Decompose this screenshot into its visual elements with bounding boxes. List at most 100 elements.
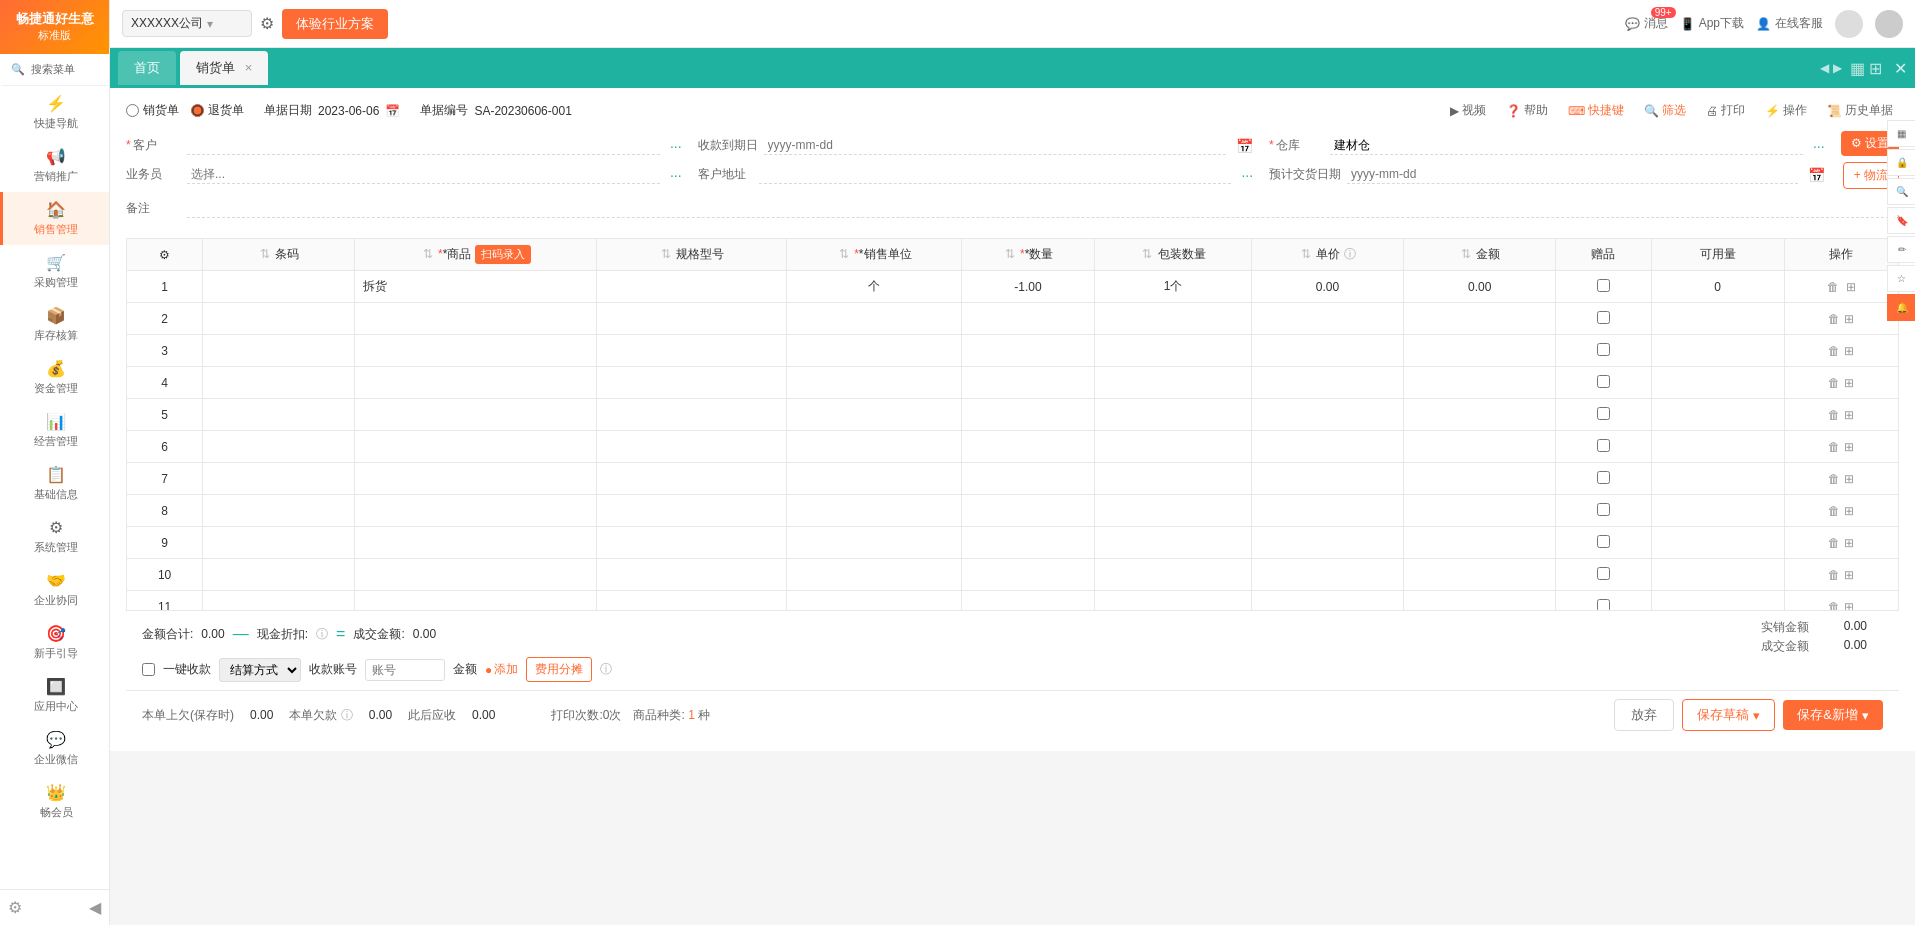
- salesperson-dots-icon[interactable]: ···: [670, 167, 682, 183]
- sidebar-item-marketing[interactable]: 📢 营销推广: [0, 139, 109, 192]
- video-btn[interactable]: ▶ 视频: [1444, 100, 1492, 121]
- delete-icon[interactable]: 🗑: [1828, 312, 1840, 326]
- calendar-icon[interactable]: 📅: [385, 104, 400, 118]
- copy-icon[interactable]: ⊞: [1844, 472, 1854, 486]
- save-new-button[interactable]: 保存&新增 ▾: [1783, 700, 1883, 730]
- copy-icon[interactable]: ⊞: [1846, 280, 1856, 294]
- copy-icon[interactable]: ⊞: [1844, 344, 1854, 358]
- sort-barcode-icon[interactable]: ⇅: [260, 247, 270, 261]
- gift-checkbox[interactable]: [1597, 311, 1610, 324]
- sidebar-item-enterprise[interactable]: 🤝 企业协同: [0, 563, 109, 616]
- payment-due-input[interactable]: [764, 136, 1227, 155]
- float-flag-btn[interactable]: 🔖: [1887, 207, 1915, 234]
- sort-spec-icon[interactable]: ⇅: [661, 247, 671, 261]
- debt-info-icon[interactable]: ⓘ: [341, 708, 353, 722]
- payment-due-calendar-icon[interactable]: 📅: [1236, 138, 1253, 154]
- sort-goods-icon[interactable]: ⇅: [423, 247, 433, 261]
- delete-icon[interactable]: 🗑: [1828, 600, 1840, 611]
- price-info-icon[interactable]: ⓘ: [1344, 247, 1356, 261]
- radio-return-input[interactable]: [191, 104, 204, 117]
- settings-gear-icon[interactable]: ⚙: [159, 248, 170, 262]
- expected-date-input[interactable]: [1347, 165, 1798, 184]
- sidebar-item-inventory[interactable]: 📦 库存核算: [0, 298, 109, 351]
- gift-checkbox[interactable]: [1597, 599, 1610, 611]
- tab-grid-view-icon[interactable]: ▦: [1850, 59, 1865, 78]
- delete-icon[interactable]: 🗑: [1828, 536, 1840, 550]
- sidebar-item-member[interactable]: 👑 畅会员: [0, 775, 109, 828]
- sidebar-settings-icon[interactable]: ⚙: [8, 898, 22, 917]
- sidebar-item-basic-info[interactable]: 📋 基础信息: [0, 457, 109, 510]
- one-click-pay-checkbox[interactable]: [142, 663, 155, 676]
- add-payment-button[interactable]: ● 添加: [485, 661, 518, 678]
- gift-checkbox[interactable]: [1597, 471, 1610, 484]
- message-icon-item[interactable]: 💬 消息 99+: [1625, 15, 1668, 32]
- sidebar-collapse-icon[interactable]: ◀: [89, 898, 101, 917]
- delete-icon[interactable]: 🗑: [1827, 280, 1839, 294]
- float-star-btn[interactable]: ☆: [1887, 265, 1915, 292]
- copy-icon[interactable]: ⊞: [1844, 536, 1854, 550]
- tab-current[interactable]: 销货单 ×: [180, 51, 268, 85]
- row-price[interactable]: 0.00: [1251, 271, 1403, 303]
- row-barcode[interactable]: [203, 271, 355, 303]
- discard-button[interactable]: 放弃: [1614, 699, 1674, 731]
- customer-dots-icon[interactable]: ···: [670, 138, 682, 154]
- float-lock-btn[interactable]: 🔒: [1887, 149, 1915, 176]
- expected-date-calendar-icon[interactable]: 📅: [1808, 167, 1825, 183]
- float-expand-btn[interactable]: ▦: [1887, 120, 1915, 147]
- copy-icon[interactable]: ⊞: [1844, 408, 1854, 422]
- gift-checkbox[interactable]: [1597, 567, 1610, 580]
- tab-close-all-icon[interactable]: ✕: [1894, 59, 1907, 78]
- save-draft-button[interactable]: 保存草稿 ▾: [1682, 699, 1775, 731]
- help-btn[interactable]: ❓ 帮助: [1500, 100, 1554, 121]
- delete-icon[interactable]: 🗑: [1828, 376, 1840, 390]
- history-btn[interactable]: 📜 历史单据: [1821, 100, 1899, 121]
- delete-icon[interactable]: 🗑: [1828, 440, 1840, 454]
- gift-checkbox[interactable]: [1597, 503, 1610, 516]
- tab-home[interactable]: 首页: [118, 51, 176, 85]
- delete-icon[interactable]: 🗑: [1828, 568, 1840, 582]
- customer-addr-dots-icon[interactable]: ···: [1241, 167, 1253, 183]
- gift-checkbox[interactable]: [1597, 439, 1610, 452]
- gift-checkbox[interactable]: [1597, 343, 1610, 356]
- customer-addr-input[interactable]: [759, 165, 1232, 184]
- remarks-input[interactable]: [187, 199, 1899, 218]
- save-new-dropdown-icon[interactable]: ▾: [1862, 708, 1869, 723]
- fee-info-icon[interactable]: ⓘ: [600, 661, 612, 678]
- sort-amount-icon[interactable]: ⇅: [1461, 247, 1471, 261]
- row-qty[interactable]: -1.00: [961, 271, 1094, 303]
- copy-icon[interactable]: ⊞: [1844, 440, 1854, 454]
- row-spec[interactable]: [597, 271, 787, 303]
- company-selector[interactable]: XXXXXX公司 ▾: [122, 10, 252, 37]
- calc-method-select[interactable]: 结算方式: [219, 658, 301, 682]
- sort-qty-icon[interactable]: ⇅: [1005, 247, 1015, 261]
- fee-split-button[interactable]: 费用分摊: [526, 657, 592, 682]
- radio-sale-input[interactable]: [126, 104, 139, 117]
- sidebar-item-finance[interactable]: 💰 资金管理: [0, 351, 109, 404]
- delete-icon[interactable]: 🗑: [1828, 408, 1840, 422]
- app-download-item[interactable]: 📱 App下载: [1680, 15, 1744, 32]
- sidebar-item-operations[interactable]: 📊 经营管理: [0, 404, 109, 457]
- sort-pkgqty-icon[interactable]: ⇅: [1142, 247, 1152, 261]
- sidebar-search[interactable]: 🔍 搜索菜单: [0, 54, 109, 86]
- sidebar-item-quick-nav[interactable]: ⚡ 快捷导航: [0, 86, 109, 139]
- sidebar-item-wechat[interactable]: 💬 企业微信: [0, 722, 109, 775]
- operation-btn[interactable]: ⚡ 操作: [1759, 100, 1813, 121]
- gift-checkbox[interactable]: [1597, 407, 1610, 420]
- sidebar-item-app-center[interactable]: 🔲 应用中心: [0, 669, 109, 722]
- copy-icon[interactable]: ⊞: [1844, 504, 1854, 518]
- float-search-btn[interactable]: 🔍: [1887, 178, 1915, 205]
- print-btn[interactable]: 🖨 打印: [1700, 100, 1751, 121]
- tab-list-view-icon[interactable]: ⊞: [1869, 59, 1882, 78]
- sidebar-item-purchase[interactable]: 🛒 采购管理: [0, 245, 109, 298]
- sidebar-item-system[interactable]: ⚙ 系统管理: [0, 510, 109, 563]
- scan-button[interactable]: 扫码录入: [475, 245, 531, 264]
- copy-icon[interactable]: ⊞: [1844, 600, 1854, 611]
- user-avatar2[interactable]: [1875, 10, 1903, 38]
- sort-unit-icon[interactable]: ⇅: [839, 247, 849, 261]
- account-input[interactable]: [365, 659, 445, 681]
- copy-icon[interactable]: ⊞: [1844, 568, 1854, 582]
- delete-icon[interactable]: 🗑: [1828, 472, 1840, 486]
- sort-price-icon[interactable]: ⇅: [1301, 247, 1311, 261]
- filter-btn[interactable]: 🔍 筛选: [1638, 100, 1692, 121]
- sidebar-item-guide[interactable]: 🎯 新手引导: [0, 616, 109, 669]
